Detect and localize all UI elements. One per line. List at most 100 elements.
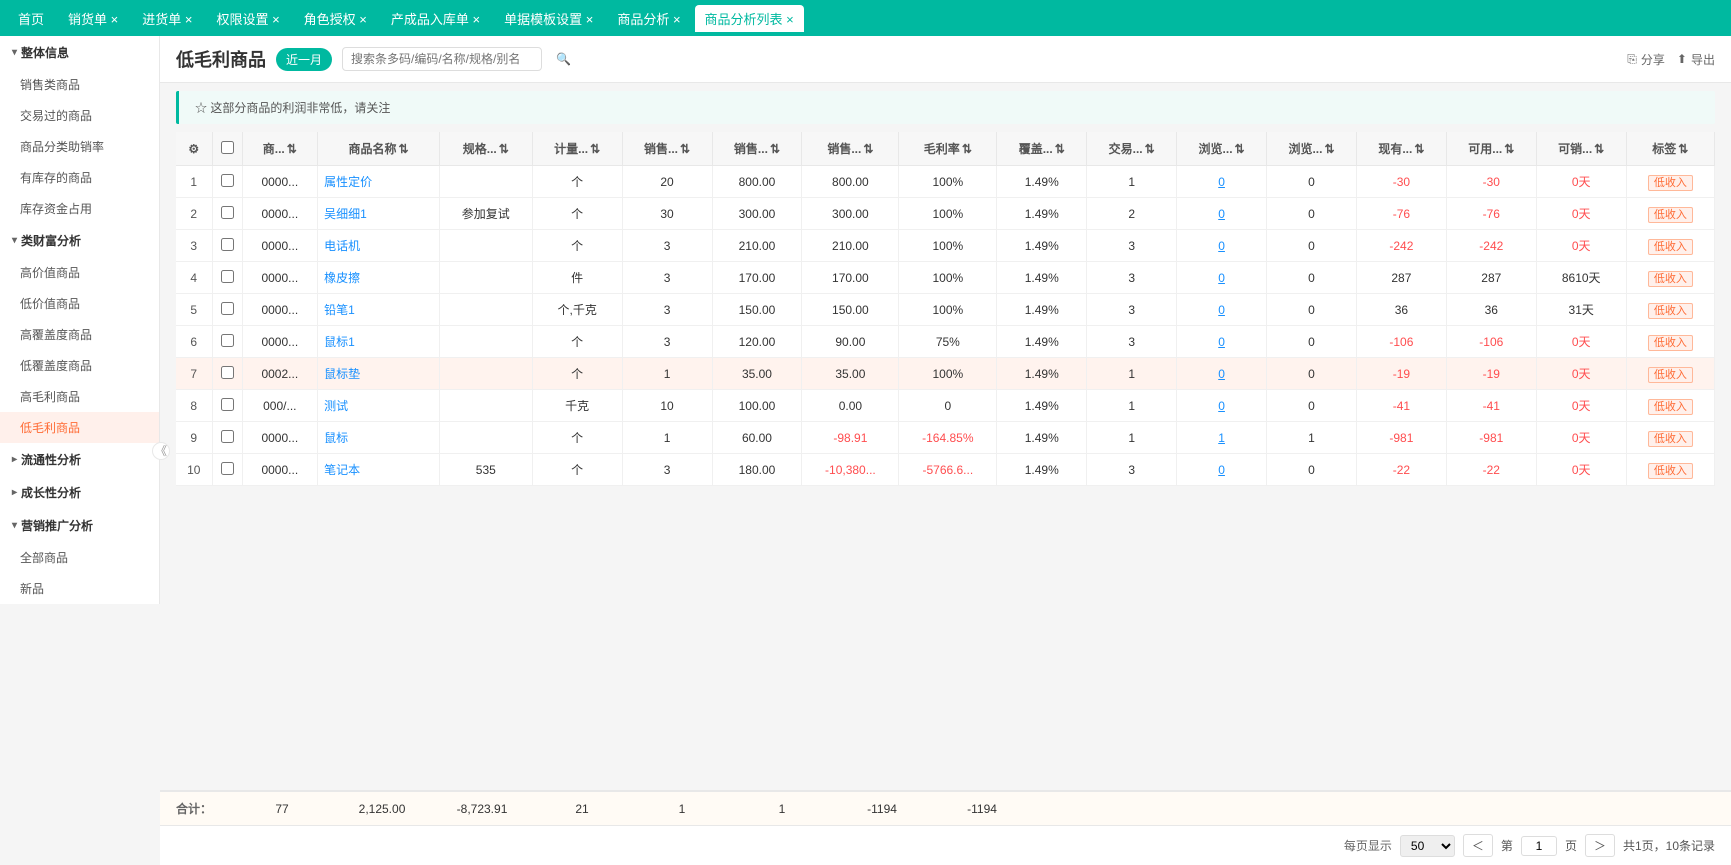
sidebar-item-all-products[interactable]: 全部商品 (0, 542, 159, 573)
sidebar-item-low-coverage[interactable]: 低覆盖度商品 (0, 350, 159, 381)
sidebar-item-inventory-products[interactable]: 有库存的商品 (0, 162, 159, 193)
sidebar-item-low-value[interactable]: 低价值商品 (0, 288, 159, 319)
row-browse1[interactable]: 0 (1177, 358, 1267, 390)
prev-page-button[interactable]: ＜ (1463, 834, 1493, 857)
search-icon[interactable]: 🔍 (556, 52, 571, 66)
row-checkbox[interactable] (212, 390, 242, 422)
sidebar-item-high-value[interactable]: 高价值商品 (0, 257, 159, 288)
page-size-select[interactable]: 50 100 200 (1400, 835, 1455, 857)
row-name[interactable]: 电话机 (318, 230, 440, 262)
sidebar-group-flow[interactable]: ▸ 流通性分析 (0, 443, 159, 476)
sidebar-item-traded-products[interactable]: 交易过的商品 (0, 100, 159, 131)
col-tag[interactable]: 标签⇅ (1626, 132, 1714, 166)
export-button[interactable]: ⬆ 导出 (1677, 51, 1715, 68)
sidebar-group-wealth[interactable]: ▾ 类财富分析 (0, 224, 159, 257)
nav-product-entry[interactable]: 产成品入库单 × (381, 5, 490, 32)
row-browse1[interactable]: 0 (1177, 390, 1267, 422)
nav-permission[interactable]: 权限设置 × (206, 5, 289, 32)
row-name[interactable]: 橡皮擦 (318, 262, 440, 294)
col-profit[interactable]: 销售...⇅ (802, 132, 899, 166)
row-browse1[interactable]: 1 (1177, 422, 1267, 454)
row-checkbox[interactable] (212, 454, 242, 486)
sidebar-collapse-button[interactable]: 《 (152, 442, 170, 460)
sidebar-item-sales-products[interactable]: 销售类商品 (0, 69, 159, 100)
col-code[interactable]: 商...⇅ (242, 132, 318, 166)
row-code: 0000... (242, 198, 318, 230)
sidebar-item-low-margin[interactable]: 低毛利商品 (0, 412, 159, 443)
row-checkbox[interactable] (212, 358, 242, 390)
table-container[interactable]: ⚙ 商...⇅ 商品名称⇅ 规格...⇅ 计量...⇅ 销售...⇅ 销售...… (160, 132, 1731, 790)
row-checkbox[interactable] (212, 262, 242, 294)
row-name[interactable]: 吴细细1 (318, 198, 440, 230)
row-profit-rate: 0 (899, 390, 997, 422)
row-unit: 个 (532, 326, 622, 358)
table-header-row: ⚙ 商...⇅ 商品名称⇅ 规格...⇅ 计量...⇅ 销售...⇅ 销售...… (176, 132, 1715, 166)
row-name[interactable]: 笔记本 (318, 454, 440, 486)
sidebar-item-high-coverage[interactable]: 高覆盖度商品 (0, 319, 159, 350)
col-browse2[interactable]: 浏览...⇅ (1267, 132, 1357, 166)
row-checkbox[interactable] (212, 294, 242, 326)
row-name[interactable]: 鼠标 (318, 422, 440, 454)
current-page-input[interactable] (1521, 836, 1557, 856)
sidebar-item-new-products[interactable]: 新品 (0, 573, 159, 604)
row-name[interactable]: 属性定价 (318, 166, 440, 198)
col-browse1[interactable]: 浏览...⇅ (1177, 132, 1267, 166)
sidebar-group-overall[interactable]: ▾ 整体信息 (0, 36, 159, 69)
row-checkbox[interactable] (212, 198, 242, 230)
sidebar-group-marketing[interactable]: ▾ 营销推广分析 (0, 509, 159, 542)
nav-sales[interactable]: 销货单 × (58, 5, 128, 32)
col-margin[interactable]: 毛利率⇅ (899, 132, 997, 166)
col-coverage[interactable]: 覆盖...⇅ (997, 132, 1087, 166)
row-code: 000/... (242, 390, 318, 422)
row-no: 2 (176, 198, 212, 230)
col-qty[interactable]: 销售...⇅ (622, 132, 712, 166)
col-unit[interactable]: 计量...⇅ (532, 132, 622, 166)
row-browse1[interactable]: 0 (1177, 230, 1267, 262)
col-settings[interactable]: ⚙ (176, 132, 212, 166)
row-browse1[interactable]: 0 (1177, 166, 1267, 198)
col-current[interactable]: 现有...⇅ (1356, 132, 1446, 166)
row-amount: 800.00 (712, 166, 802, 198)
sidebar-item-capital[interactable]: 库存资金占用 (0, 193, 159, 224)
row-name[interactable]: 鼠标垫 (318, 358, 440, 390)
nav-analysis-list[interactable]: 商品分析列表 × (695, 5, 804, 32)
row-checkbox[interactable] (212, 166, 242, 198)
sidebar-group-growth[interactable]: ▸ 成长性分析 (0, 476, 159, 509)
sidebar-item-high-margin[interactable]: 高毛利商品 (0, 381, 159, 412)
row-checkbox[interactable] (212, 230, 242, 262)
share-button[interactable]: ⎘ 分享 (1627, 51, 1665, 68)
row-browse1[interactable]: 0 (1177, 454, 1267, 486)
col-name[interactable]: 商品名称⇅ (318, 132, 440, 166)
select-all-checkbox[interactable] (221, 141, 234, 154)
row-name[interactable]: 测试 (318, 390, 440, 422)
row-browse1[interactable]: 0 (1177, 198, 1267, 230)
nav-home[interactable]: 首页 (8, 5, 54, 32)
sidebar-item-category-rate[interactable]: 商品分类助销率 (0, 131, 159, 162)
row-browse1[interactable]: 0 (1177, 326, 1267, 358)
row-checkbox[interactable] (212, 326, 242, 358)
col-trades[interactable]: 交易...⇅ (1087, 132, 1177, 166)
row-browse2: 1 (1267, 422, 1357, 454)
col-saleable[interactable]: 可销...⇅ (1536, 132, 1626, 166)
row-code: 0000... (242, 262, 318, 294)
nav-template[interactable]: 单据模板设置 × (494, 5, 603, 32)
row-browse1[interactable]: 0 (1177, 262, 1267, 294)
col-spec[interactable]: 规格...⇅ (439, 132, 532, 166)
collapse-icon: 《 (155, 442, 167, 459)
search-input[interactable] (342, 47, 542, 71)
col-available[interactable]: 可用...⇅ (1446, 132, 1536, 166)
row-name[interactable]: 铅笔1 (318, 294, 440, 326)
row-browse1[interactable]: 0 (1177, 294, 1267, 326)
filter-recent-month-button[interactable]: 近一月 (276, 48, 332, 71)
main-content: 低毛利商品 近一月 🔍 ⎘ 分享 ⬆ 导出 ☆ 这部分商品的利润非常低，请关注 (160, 36, 1731, 865)
col-amount[interactable]: 销售...⇅ (712, 132, 802, 166)
row-name[interactable]: 鼠标1 (318, 326, 440, 358)
nav-role[interactable]: 角色授权 × (294, 5, 377, 32)
row-trades: 3 (1087, 230, 1177, 262)
next-page-button[interactable]: ＞ (1585, 834, 1615, 857)
row-spec (439, 390, 532, 422)
row-amount: 120.00 (712, 326, 802, 358)
row-checkbox[interactable] (212, 422, 242, 454)
nav-purchase[interactable]: 进货单 × (132, 5, 202, 32)
nav-analysis[interactable]: 商品分析 × (607, 5, 690, 32)
